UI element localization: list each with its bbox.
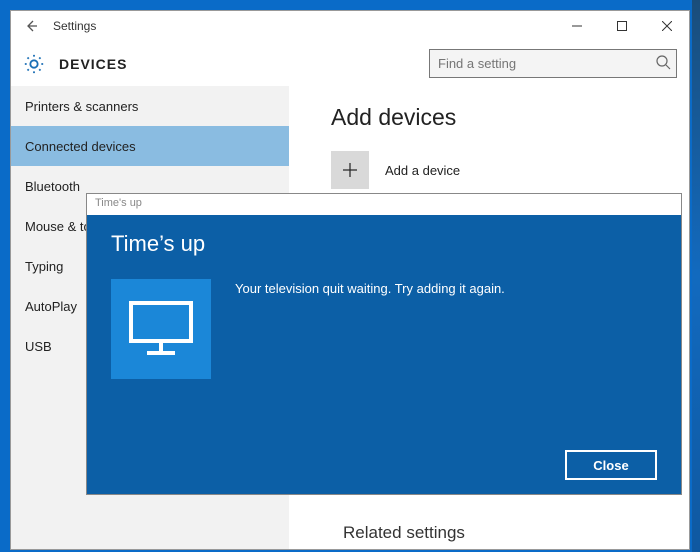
desktop-right-edge <box>692 0 700 552</box>
tv-icon <box>127 299 195 359</box>
back-button[interactable] <box>19 14 43 38</box>
page-title: DEVICES <box>59 56 127 72</box>
dialog-message: Your television quit waiting. Try adding… <box>235 279 505 379</box>
page-header: DEVICES <box>11 41 689 86</box>
dialog-close-button[interactable]: Close <box>565 450 657 480</box>
search-container <box>429 49 677 78</box>
dialog-window: Time's up Time’s up Your television quit… <box>86 193 682 495</box>
sidebar-item-label: Typing <box>25 259 63 274</box>
search-input[interactable] <box>429 49 677 78</box>
sidebar-item-label: Bluetooth <box>25 179 80 194</box>
plus-tile <box>331 151 369 189</box>
back-arrow-icon <box>23 18 39 34</box>
sidebar-item-printers[interactable]: Printers & scanners <box>11 86 289 126</box>
dialog-heading: Time’s up <box>111 231 657 257</box>
plus-icon <box>341 161 359 179</box>
close-window-button[interactable] <box>644 11 689 41</box>
minimize-icon <box>572 21 582 31</box>
maximize-icon <box>617 21 627 31</box>
titlebar: Settings <box>11 11 689 41</box>
related-settings-heading: Related settings <box>343 523 465 543</box>
minimize-button[interactable] <box>554 11 599 41</box>
dialog-body: Time’s up Your television quit waiting. … <box>87 215 681 494</box>
sidebar-item-label: Printers & scanners <box>25 99 138 114</box>
tv-tile <box>111 279 211 379</box>
sidebar-item-label: Connected devices <box>25 139 136 154</box>
sidebar-item-label: USB <box>25 339 52 354</box>
add-device-label: Add a device <box>385 163 460 178</box>
section-heading: Add devices <box>331 104 659 131</box>
search-icon <box>655 54 671 70</box>
maximize-button[interactable] <box>599 11 644 41</box>
window-title: Settings <box>53 19 96 33</box>
sidebar-item-label: AutoPlay <box>25 299 77 314</box>
sidebar-item-connected-devices[interactable]: Connected devices <box>11 126 289 166</box>
gear-icon <box>23 53 45 75</box>
dialog-window-title: Time's up <box>87 194 681 215</box>
close-icon <box>662 21 672 31</box>
add-device-row[interactable]: Add a device <box>331 151 659 189</box>
